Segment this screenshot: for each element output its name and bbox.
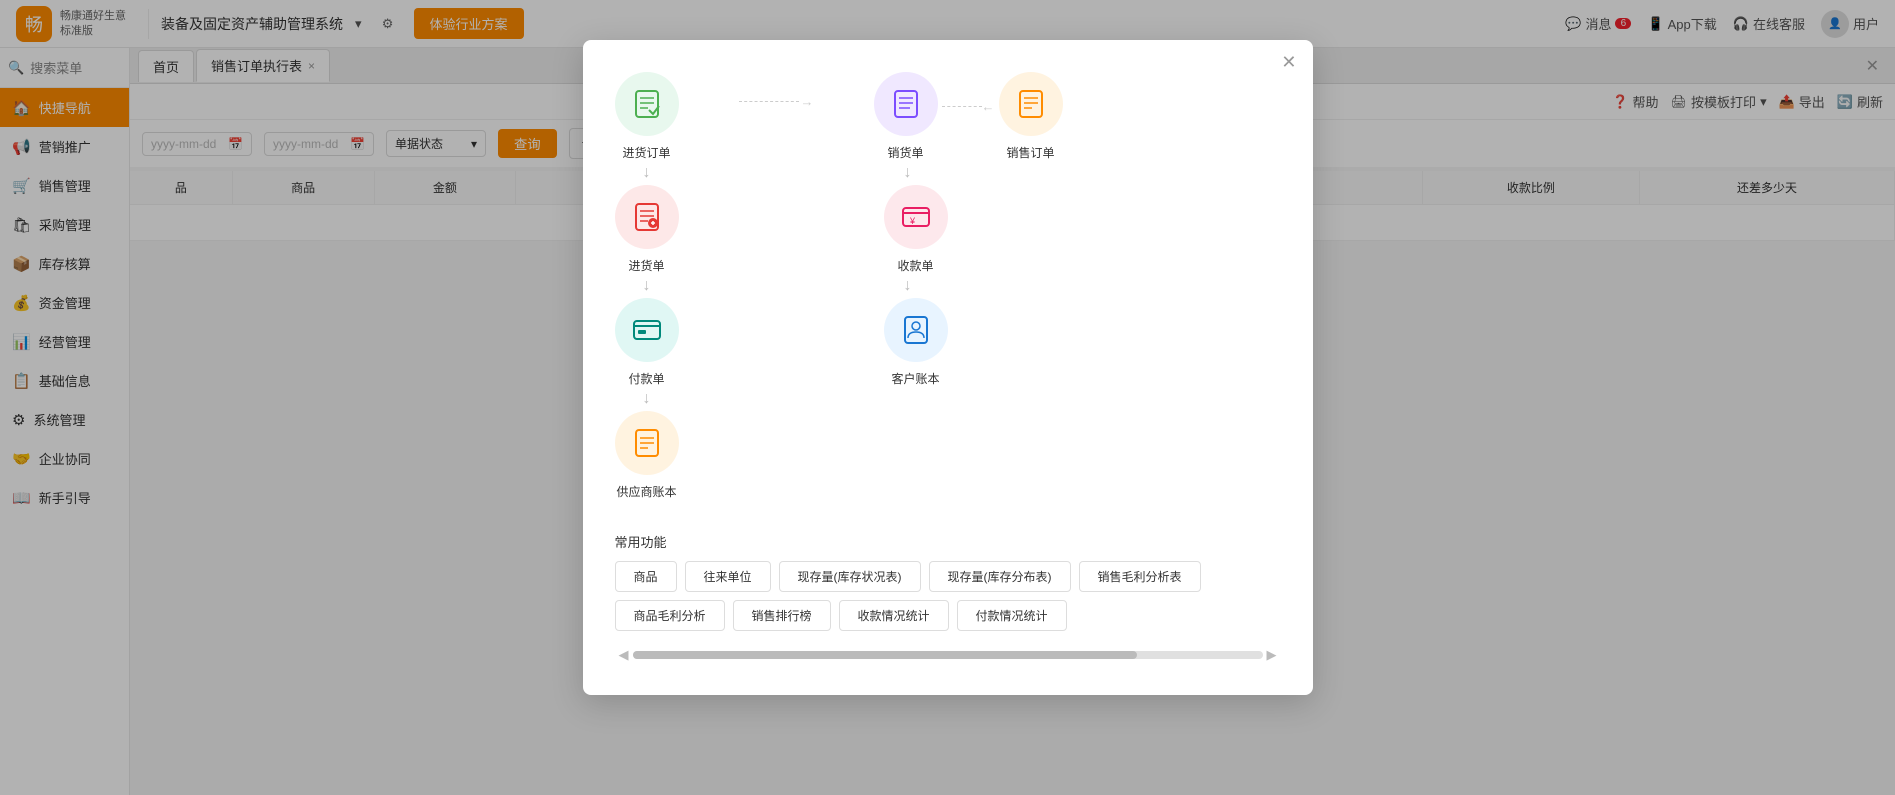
sales-order-circle [999,72,1063,136]
btn-product-gross[interactable]: 商品毛利分析 [615,600,725,631]
arrow-down-1: ↓ [643,165,651,181]
common-functions-section: 常用功能 商品 往来单位 现存量(库存状况表) 现存量(库存分布表) 销售毛利分… [615,532,1281,631]
h-arrow-2: ← [942,99,995,134]
sales-bill-circle [874,72,938,136]
receipt-row: ¥ 收款单 [874,185,1063,274]
customer-ledger-node: 客户账本 [884,298,948,387]
payment-circle [615,298,679,362]
payment-node: 付款单 [615,298,679,387]
receipt-circle: ¥ [884,185,948,249]
modal-overlay[interactable]: ✕ 进货订单 ↓ [0,48,1895,795]
supplier-ledger-node: 供应商账本 [615,411,679,500]
h-arrow-1: → [739,72,814,109]
btn-sales-gross[interactable]: 销售毛利分析表 [1079,561,1201,592]
scroll-right-btn[interactable]: ▶ [1263,647,1281,663]
scroll-left-btn[interactable]: ◀ [615,647,633,663]
btn-sales-rank[interactable]: 销售排行榜 [733,600,831,631]
purchase-order-circle [615,72,679,136]
btn-receipt-stats[interactable]: 收款情况统计 [839,600,949,631]
common-buttons-group: 商品 往来单位 现存量(库存状况表) 现存量(库存分布表) 销售毛利分析表 商品… [615,561,1281,631]
sales-row: 销货单 ← [874,72,1063,161]
main-area: 🔍 搜索菜单 🏠 快捷导航 📢 营销推广 🛒 销售管理 🛍 采购管理 📦 [0,48,1895,795]
receipt-node: ¥ 收款单 [884,185,948,274]
sales-order-group: 销货单 ← [874,72,1063,161]
content-area: 首页 销售订单执行表 × ✕ ❓ 帮助 🖨 按模板打印 [130,48,1895,795]
arrow-down-receipt: ↓ [874,274,1063,298]
scroll-track[interactable] [633,651,1263,659]
customer-ledger-circle [884,298,948,362]
purchase-order-node: 进货订单 [615,72,679,161]
modal-dialog: ✕ 进货订单 ↓ [583,48,1313,695]
modal-close-btn[interactable]: ✕ [1281,52,1296,73]
customer-ledger-row: 客户账本 [874,298,1063,387]
common-functions-title: 常用功能 [615,532,1281,551]
purchase-bill-node: 进货单 [615,185,679,274]
btn-stock-status[interactable]: 现存量(库存状况表) [779,561,921,592]
arrow-down-sales: ↓ [874,161,1063,185]
btn-partner[interactable]: 往来单位 [685,561,771,592]
sales-order-node: 销售订单 [999,72,1063,161]
flow-chart: 进货订单 ↓ 进货单 ↓ [615,64,1281,516]
btn-product[interactable]: 商品 [615,561,677,592]
svg-text:¥: ¥ [909,216,916,226]
scroll-area: ◀ ▶ [615,647,1281,663]
supplier-ledger-circle [615,411,679,475]
btn-payment-stats[interactable]: 付款情况统计 [957,600,1067,631]
btn-stock-dist[interactable]: 现存量(库存分布表) [929,561,1071,592]
purchase-bill-circle [615,185,679,249]
right-flow-col: 销货单 ← [874,72,1063,387]
arrow-down-3: ↓ [643,391,651,407]
sales-bill-node: 销货单 [874,72,938,161]
scroll-thumb [633,651,1137,659]
left-flow-col: 进货订单 ↓ 进货单 ↓ [615,72,679,500]
arrow-down-2: ↓ [643,278,651,294]
